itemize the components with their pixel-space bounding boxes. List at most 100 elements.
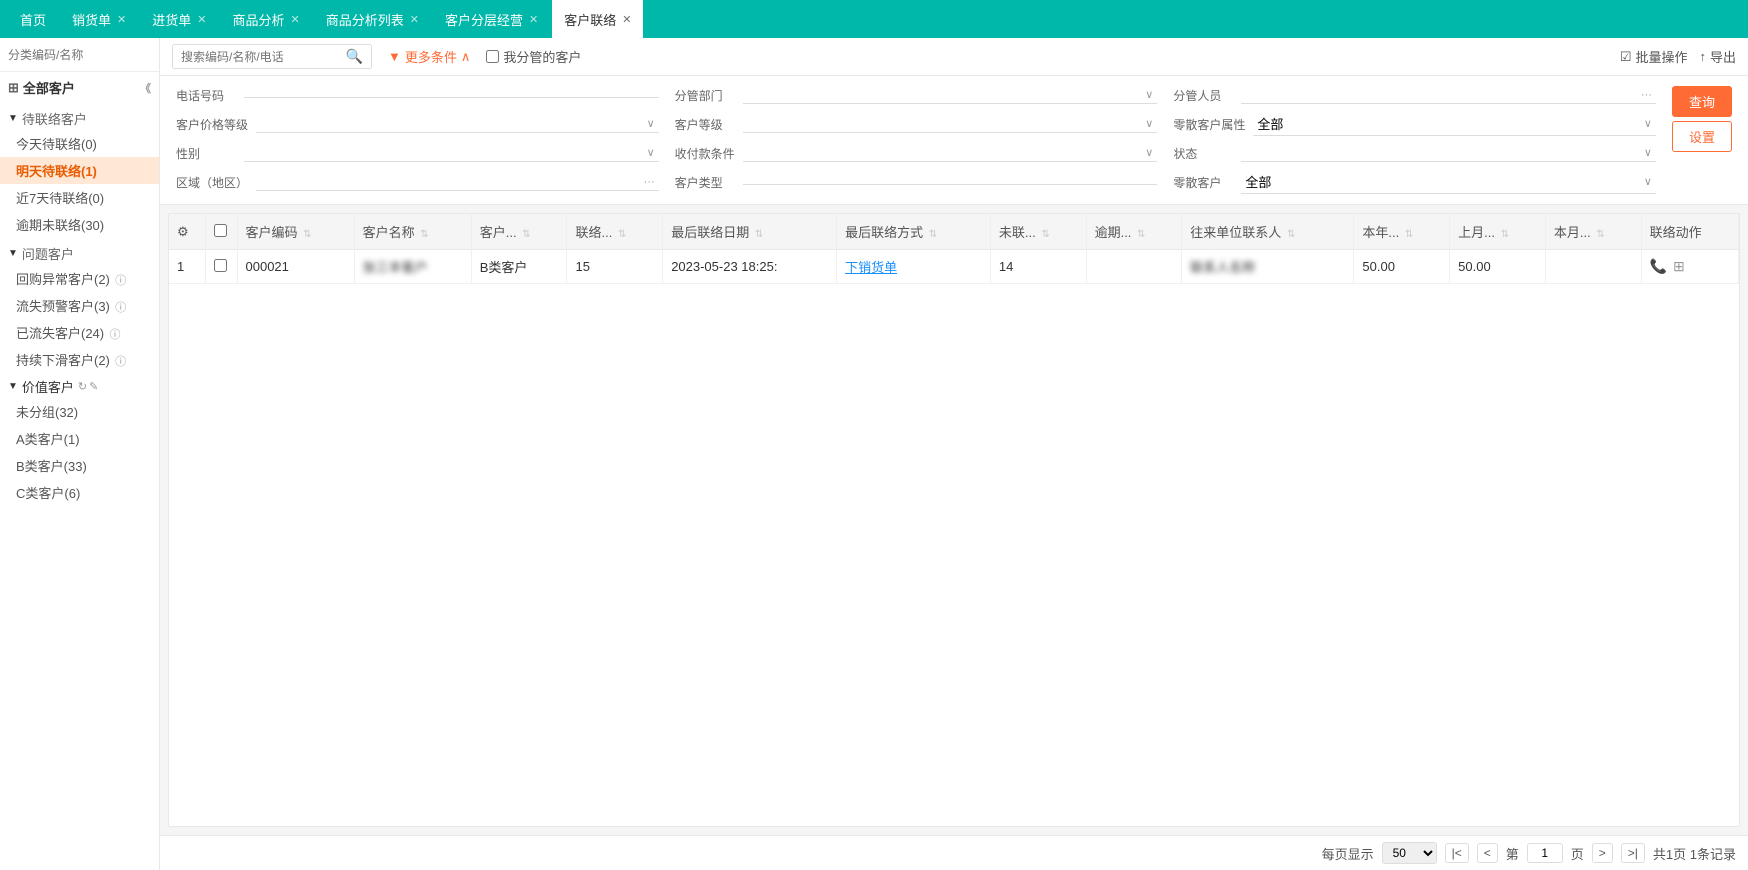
gender-select[interactable]: ∨	[244, 144, 659, 162]
export-icon: ↑	[1699, 49, 1706, 64]
td-name: 张三丰客户	[354, 250, 471, 284]
nav-customer-segment[interactable]: 客户分层经营 ✕	[433, 0, 550, 38]
filter-phone: 电话号码	[176, 87, 659, 104]
select-all-checkbox[interactable]	[214, 224, 227, 237]
query-button[interactable]: 查询	[1672, 86, 1732, 117]
sidebar-item-overdue-pending[interactable]: 逾期未联络(30)	[0, 211, 159, 238]
nav-product-analysis[interactable]: 商品分析 ✕	[220, 0, 311, 38]
gender-label: 性别	[176, 145, 236, 162]
my-customers-checkbox-label[interactable]: 我分管的客户	[486, 47, 581, 66]
branch-person-select[interactable]: ···	[1241, 87, 1656, 104]
set-button[interactable]: 设置	[1672, 121, 1732, 152]
search-icon[interactable]: 🔍	[346, 48, 363, 65]
sidebar-item-today-pending[interactable]: 今天待联络(0)	[0, 130, 159, 157]
th-un-contact: 未联... ⇅	[990, 214, 1086, 250]
last-method-link[interactable]: 下销货单	[845, 260, 897, 275]
search-input[interactable]	[181, 50, 346, 64]
triangle-icon-3: ▼	[8, 381, 18, 392]
close-product-analysis-icon[interactable]: ✕	[291, 13, 300, 26]
sidebar-item-class-b[interactable]: B类客户(33)	[0, 452, 159, 479]
td-contact-person: 联系人名称	[1182, 250, 1354, 284]
all-customers-header[interactable]: ⊞ 全部客户 《	[0, 72, 159, 103]
sidebar: 🔍 ⊞ 全部客户 《 ▼ 待联络客户 今天待联络(0) 明天待联络(1) 近7天…	[0, 38, 160, 870]
filter-row-1: 电话号码 分管部门 ∨	[176, 86, 1656, 104]
th-settings[interactable]: ⚙	[169, 214, 205, 250]
filter-panel: 电话号码 分管部门 ∨	[160, 76, 1748, 205]
retail-attr-label: 零散客户属性	[1173, 116, 1245, 133]
first-page-button[interactable]: |<	[1445, 843, 1469, 863]
close-purchase-order-icon[interactable]: ✕	[197, 13, 206, 26]
chevron-down-icon-2: ∨	[647, 117, 655, 130]
close-customer-contact-icon[interactable]: ✕	[622, 13, 631, 26]
sidebar-item-tomorrow-pending[interactable]: 明天待联络(1)	[0, 157, 159, 184]
more-filters-button[interactable]: ▼ 更多条件 ∧	[380, 44, 478, 69]
chevron-down-icon: ∨	[1145, 88, 1153, 101]
filter-row-4: 区域（地区） ··· 客户类型	[176, 170, 1656, 194]
th-customer-name-label: 客户名称	[363, 225, 415, 240]
sidebar-item-repurchase-abnormal[interactable]: 回购异常客户(2) ⓘ	[0, 265, 159, 292]
collapse-icon: 《	[140, 80, 151, 96]
close-sales-order-icon[interactable]: ✕	[117, 13, 126, 26]
filter-branch-dept: 分管部门 ∨	[675, 86, 1158, 104]
sidebar-search-bar[interactable]: 🔍	[0, 38, 159, 72]
retail-attr-select[interactable]: 全部 ∨	[1253, 112, 1656, 136]
sidebar-item-churn-warning[interactable]: 流失预警客户(3) ⓘ	[0, 292, 159, 319]
filter-price-level: 客户价格等级 ∨	[176, 115, 659, 133]
sidebar-item-7days-pending[interactable]: 近7天待联络(0)	[0, 184, 159, 211]
phone-action-icon[interactable]: 📞	[1650, 258, 1667, 275]
filter-row-2: 客户价格等级 ∨ 客户等级 ∨	[176, 112, 1656, 136]
price-level-select[interactable]: ∨	[256, 115, 659, 133]
export-button[interactable]: ↑ 导出	[1699, 47, 1736, 66]
group-value-customers[interactable]: ▼ 价值客户 ↻ ✎	[0, 373, 159, 398]
td-index: 1	[169, 250, 205, 284]
sidebar-item-class-a[interactable]: A类客户(1)	[0, 425, 159, 452]
customer-type-select[interactable]	[743, 180, 1158, 185]
th-checkbox[interactable]	[205, 214, 237, 250]
th-last-contact-method: 最后联络方式 ⇅	[837, 214, 991, 250]
top-navigation: 首页 销货单 ✕ 进货单 ✕ 商品分析 ✕ 商品分析列表 ✕ 客户分层经营 ✕ …	[0, 0, 1748, 38]
last-page-button[interactable]: >|	[1621, 843, 1645, 863]
phone-input[interactable]	[244, 93, 659, 98]
grid-action-icon[interactable]: ⊞	[1673, 258, 1685, 275]
sidebar-item-ungrouped[interactable]: 未分组(32)	[0, 398, 159, 425]
page-number-input[interactable]	[1527, 843, 1563, 863]
nav-product-analysis-list[interactable]: 商品分析列表 ✕	[314, 0, 431, 38]
close-product-analysis-list-icon[interactable]: ✕	[410, 13, 419, 26]
prev-page-button[interactable]: <	[1477, 843, 1498, 863]
my-customers-checkbox[interactable]	[486, 50, 499, 63]
sidebar-item-class-c[interactable]: C类客户(6)	[0, 479, 159, 506]
nav-sales-order[interactable]: 销货单 ✕	[60, 0, 138, 38]
row-checkbox[interactable]	[214, 259, 227, 272]
retail-customer-select[interactable]: 全部 ∨	[1241, 170, 1656, 194]
close-customer-segment-icon[interactable]: ✕	[529, 13, 538, 26]
branch-person-label: 分管人员	[1173, 87, 1233, 104]
table-container: ⚙ 客户编码 ⇅ 客户名称 ⇅ 客户... ⇅	[168, 213, 1740, 827]
sidebar-item-churned[interactable]: 已流失客户(24) ⓘ	[0, 319, 159, 346]
sidebar-item-declining[interactable]: 持续下滑客户(2) ⓘ	[0, 346, 159, 373]
nav-customer-contact[interactable]: 客户联络 ✕	[552, 0, 643, 38]
price-level-label: 客户价格等级	[176, 116, 248, 133]
status-select[interactable]: ∨	[1241, 144, 1656, 162]
sidebar-search-input[interactable]	[8, 48, 160, 62]
page-size-select[interactable]: 50 100 200	[1382, 842, 1437, 864]
group-problem-customers[interactable]: ▼ 问题客户	[0, 238, 159, 265]
chevron-down-icon-4: ∨	[1644, 117, 1652, 130]
customers-table: ⚙ 客户编码 ⇅ 客户名称 ⇅ 客户... ⇅	[169, 214, 1739, 284]
customer-level-select[interactable]: ∨	[743, 115, 1158, 133]
filter-retail-attr: 零散客户属性 全部 ∨	[1173, 112, 1656, 136]
group-pending-contact[interactable]: ▼ 待联络客户	[0, 103, 159, 130]
nav-purchase-order[interactable]: 进货单 ✕	[140, 0, 218, 38]
batch-operation-button[interactable]: ☑ 批量操作	[1620, 47, 1688, 66]
filter-retail-customer: 零散客户 全部 ∨	[1173, 170, 1656, 194]
search-box[interactable]: 🔍	[172, 44, 372, 69]
filter-customer-level: 客户等级 ∨	[675, 115, 1158, 133]
sort-icon-code: ⇅	[303, 229, 311, 240]
nav-home[interactable]: 首页	[8, 0, 58, 38]
sort-icon-contact: ⇅	[618, 229, 626, 240]
region-select[interactable]: ···	[256, 174, 659, 191]
td-checkbox[interactable]	[205, 250, 237, 284]
next-page-button[interactable]: >	[1592, 843, 1613, 863]
branch-dept-select[interactable]: ∨	[743, 86, 1158, 104]
action-icons-container: 📞 ⊞	[1650, 258, 1730, 275]
payment-terms-select[interactable]: ∨	[743, 144, 1158, 162]
